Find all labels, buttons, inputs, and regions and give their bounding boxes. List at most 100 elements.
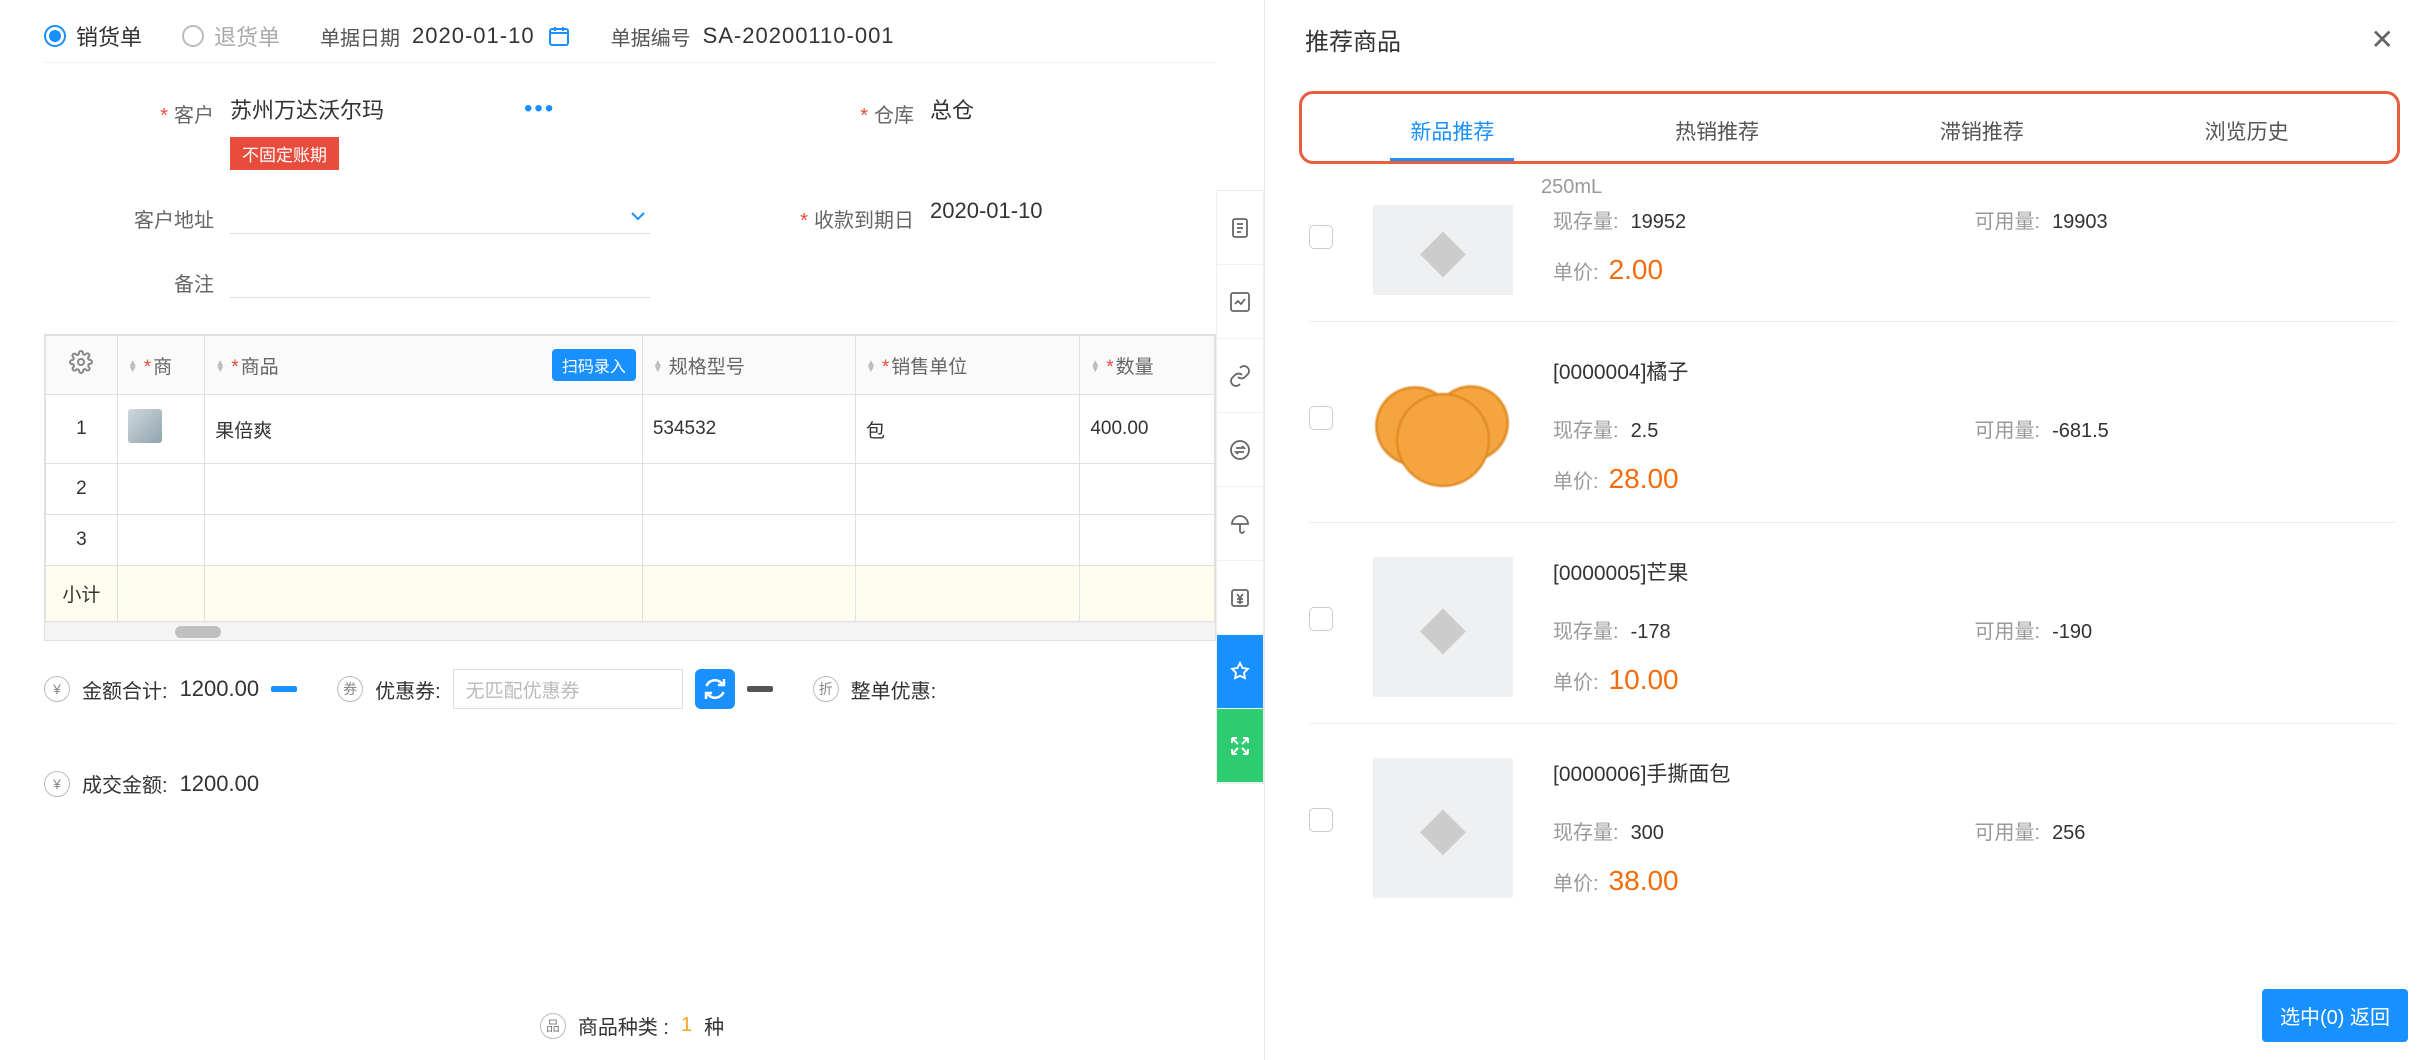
col-qty[interactable]: 数量 [1116, 357, 1154, 378]
tool-link-icon[interactable] [1217, 339, 1263, 413]
stock-value: 300 [1631, 822, 1664, 844]
tool-expand-icon[interactable] [1217, 709, 1263, 783]
yen-icon: ¥ [44, 676, 70, 702]
label-whole-discount: 整单优惠: [851, 675, 937, 704]
item-checkbox[interactable] [1309, 225, 1333, 249]
sort-icon[interactable]: ▲▼ [215, 361, 225, 373]
label-kind-count: 商品种类 : [578, 1011, 669, 1040]
recommend-item: ◆ 现存量:19952 可用量:19903 单价:2.00 [1309, 199, 2396, 322]
close-icon[interactable]: ✕ [2371, 23, 2394, 56]
table-row[interactable]: 1 果倍爽 534532 包 400.00 [46, 395, 1215, 464]
coupon-icon: 券 [337, 676, 363, 702]
label-price: 单价: [1553, 672, 1599, 694]
amount-total-value: 1200.00 [180, 676, 260, 702]
item-name-partial: 250mL [1541, 176, 2396, 199]
radio-icon [44, 25, 66, 47]
available-value: -681.5 [2052, 420, 2109, 442]
tool-note-icon[interactable] [1217, 191, 1263, 265]
coupon-input[interactable]: 无匹配优惠券 [453, 669, 683, 709]
recommend-tabs-highlight: 新品推荐 热销推荐 滞销推荐 浏览历史 [1299, 91, 2400, 164]
stock-value: 2.5 [1631, 420, 1659, 442]
label-warehouse: 仓库 [874, 105, 914, 127]
table-row[interactable]: 3 [46, 515, 1215, 566]
calendar-icon[interactable] [547, 24, 571, 48]
item-name: [0000005]芒果 [1553, 557, 2396, 587]
side-toolbar [1216, 190, 1264, 784]
tab-new-recommend[interactable]: 新品推荐 [1390, 104, 1514, 161]
product-thumb: ◆ [1373, 205, 1513, 295]
horizontal-scrollbar[interactable] [45, 622, 1215, 640]
cell-spec[interactable]: 534532 [642, 395, 855, 464]
col-spec[interactable]: 规格型号 [669, 357, 745, 378]
recommend-item: [0000004]橘子 现存量:2.5 可用量:-681.5 单价:28.00 [1309, 322, 2396, 523]
cell-qty[interactable]: 400.00 [1080, 395, 1215, 464]
cell-unit[interactable]: 包 [855, 395, 1079, 464]
recommend-item: ◆ [0000006]手撕面包 现存量:300 可用量:256 单价:38.00 [1309, 724, 2396, 924]
price-value: 10.00 [1609, 664, 1679, 695]
row-index: 1 [46, 395, 118, 464]
line-items-table: ▲▼*商 ▲▼*商品扫码录入 ▲▼规格型号 ▲▼*销售单位 ▲▼*数量 1 果倍… [44, 334, 1216, 641]
customer-value[interactable]: 苏州万达沃尔玛 [230, 93, 384, 125]
item-checkbox[interactable] [1309, 607, 1333, 631]
coupon-placeholder: 无匹配优惠券 [466, 676, 580, 703]
deal-icon: ¥ [44, 771, 70, 797]
label-deal-amount: 成交金额: [82, 769, 168, 798]
sort-icon[interactable]: ▲▼ [653, 361, 663, 373]
product-thumb [1373, 356, 1513, 496]
stock-value: -178 [1631, 621, 1671, 643]
warehouse-value[interactable]: 总仓 [930, 98, 974, 123]
tool-umbrella-icon[interactable] [1217, 487, 1263, 561]
label-available: 可用量: [1975, 211, 2041, 233]
tab-sales-order[interactable]: 销货单 [44, 20, 142, 52]
product-thumb: ◆ [1373, 557, 1513, 697]
item-checkbox[interactable] [1309, 808, 1333, 832]
tab-hot-recommend[interactable]: 热销推荐 [1655, 104, 1779, 161]
col-prod-short: 商 [153, 357, 172, 378]
tool-exchange-icon[interactable] [1217, 413, 1263, 487]
sort-icon[interactable]: ▲▼ [128, 361, 138, 373]
gear-icon[interactable] [69, 358, 93, 379]
label-stock: 现存量: [1553, 211, 1619, 233]
address-select[interactable] [230, 198, 650, 234]
refresh-coupon-button[interactable] [695, 669, 735, 709]
label-available: 可用量: [1975, 420, 2041, 442]
price-value: 38.00 [1609, 865, 1679, 896]
label-stock: 现存量: [1553, 621, 1619, 643]
tool-chart-icon[interactable] [1217, 265, 1263, 339]
scan-input-button[interactable]: 扫码录入 [552, 349, 636, 381]
tool-cny-icon[interactable] [1217, 561, 1263, 635]
tab-slow-recommend[interactable]: 滞销推荐 [1920, 104, 2044, 161]
cell-product[interactable]: 果倍爽 [205, 395, 643, 464]
label-due-date: 收款到期日 [814, 210, 914, 232]
subtotal-row: 小计 [46, 566, 1215, 622]
remark-input[interactable] [230, 262, 650, 298]
label-amount-total: 金额合计: [82, 675, 168, 704]
price-value: 28.00 [1609, 463, 1679, 494]
deal-amount-value: 1200.00 [180, 771, 260, 797]
row-index: 3 [46, 515, 118, 566]
selected-return-button[interactable]: 选中(0) 返回 [2262, 989, 2408, 1042]
product-thumb: ◆ [1373, 758, 1513, 898]
sort-icon[interactable]: ▲▼ [866, 361, 876, 373]
due-date-value[interactable]: 2020-01-10 [930, 198, 1043, 223]
stock-value: 19952 [1631, 211, 1687, 233]
tab-browse-history[interactable]: 浏览历史 [2185, 104, 2309, 161]
discount-icon: 折 [813, 676, 839, 702]
tab-label: 销货单 [76, 20, 142, 52]
tab-return-order[interactable]: 退货单 [182, 20, 280, 52]
label-stock: 现存量: [1553, 420, 1619, 442]
sort-icon[interactable]: ▲▼ [1090, 361, 1100, 373]
col-product[interactable]: 商品 [241, 357, 279, 378]
available-value: 256 [2052, 822, 2085, 844]
item-checkbox[interactable] [1309, 406, 1333, 430]
col-unit[interactable]: 销售单位 [891, 357, 967, 378]
label-address: 客户地址 [134, 210, 214, 232]
price-value: 2.00 [1609, 254, 1664, 285]
tool-favorite-icon[interactable] [1217, 635, 1263, 709]
chevron-down-icon [626, 204, 650, 228]
doc-date-value[interactable]: 2020-01-10 [412, 23, 535, 49]
customer-lookup-icon[interactable]: ••• [524, 95, 555, 123]
kind-count-value: 1 [681, 1014, 692, 1037]
table-row[interactable]: 2 [46, 464, 1215, 515]
recommend-item: ◆ [0000005]芒果 现存量:-178 可用量:-190 单价:10.00 [1309, 523, 2396, 724]
